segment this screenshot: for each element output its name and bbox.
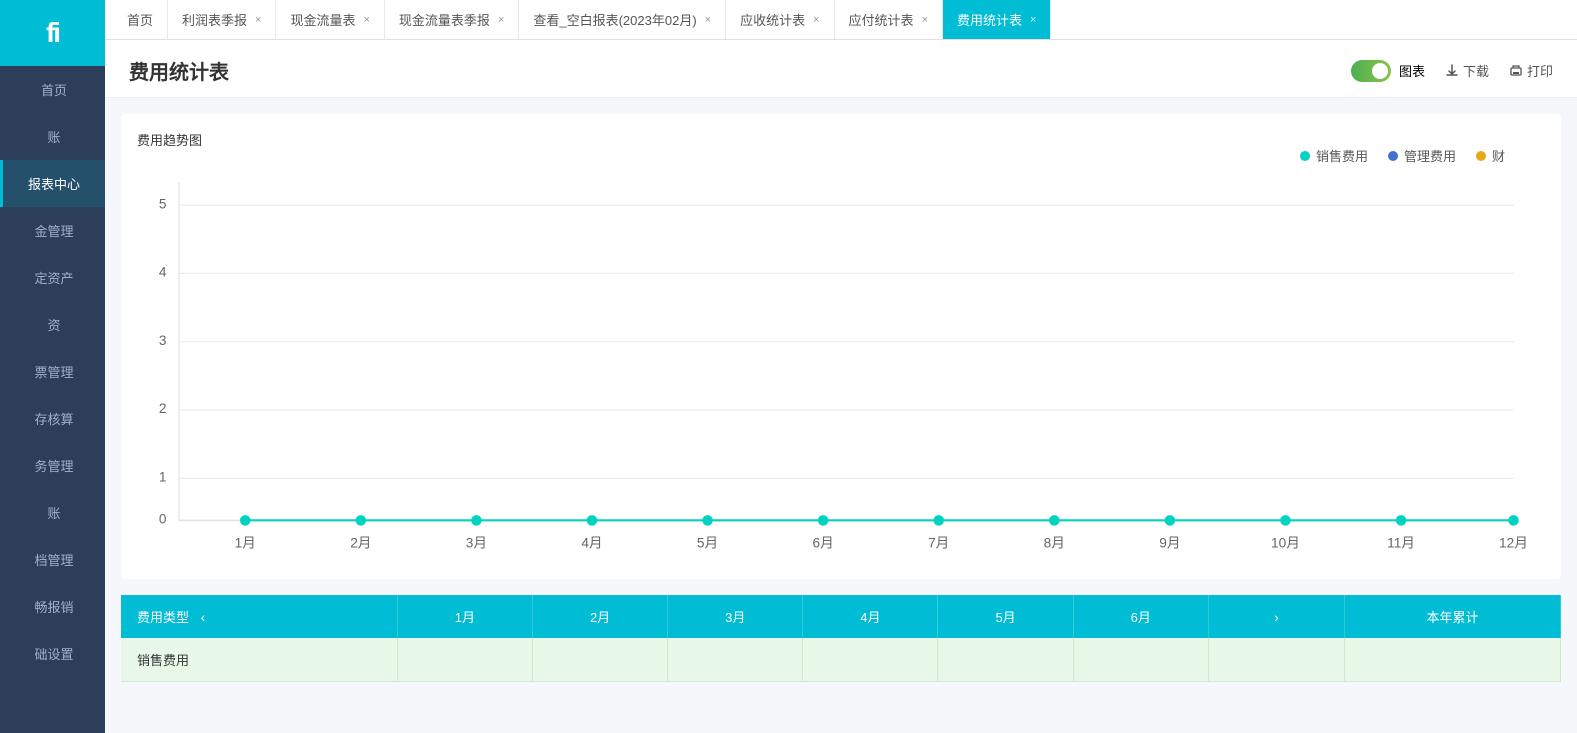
chart-wrapper: 5 4 3 2 1 0 bbox=[137, 161, 1545, 563]
svg-text:1月: 1月 bbox=[235, 536, 256, 551]
tab-close-payable[interactable]: × bbox=[922, 14, 928, 26]
col-header-jun: 6月 bbox=[1073, 595, 1208, 638]
row-mar bbox=[668, 638, 803, 682]
row-type: 销售费用 bbox=[121, 638, 397, 682]
chart-section: 费用趋势图 销售费用 管理费用 财 bbox=[121, 114, 1561, 579]
col-header-feb: 2月 bbox=[532, 595, 667, 638]
row-jan bbox=[397, 638, 532, 682]
row-ytd bbox=[1345, 638, 1561, 682]
svg-text:8月: 8月 bbox=[1044, 536, 1065, 551]
nav-prev-arrow[interactable]: ‹ bbox=[193, 609, 214, 625]
svg-text:10月: 10月 bbox=[1271, 536, 1300, 551]
main-area: 首页 利润表季报 × 现金流量表 × 现金流量表季报 × 查看_空白报表(202… bbox=[105, 0, 1577, 733]
data-table: 费用类型 ‹ 1月 2月 3月 4月 5月 6月 › 本年累计 bbox=[121, 595, 1561, 682]
tab-close-profit-quarterly[interactable]: × bbox=[255, 14, 261, 26]
sidebar-item-ledger[interactable]: 账 bbox=[0, 113, 105, 160]
row-may bbox=[938, 638, 1073, 682]
sidebar-item-home[interactable]: 首页 bbox=[0, 66, 105, 113]
content-area: 费用统计表 图表 下载 bbox=[105, 40, 1577, 733]
chart-toggle-label: 图表 bbox=[1399, 61, 1425, 80]
table-section: 费用类型 ‹ 1月 2月 3月 4月 5月 6月 › 本年累计 bbox=[121, 595, 1561, 682]
legend-dot-finance bbox=[1476, 151, 1486, 161]
svg-text:9月: 9月 bbox=[1159, 536, 1180, 551]
svg-text:5月: 5月 bbox=[697, 536, 718, 551]
sidebar-item-inventory[interactable]: 存核算 bbox=[0, 395, 105, 442]
tab-profit-quarterly[interactable]: 利润表季报 × bbox=[168, 0, 276, 40]
sidebar-item-service[interactable]: 务管理 bbox=[0, 442, 105, 489]
tab-cashflow-quarterly[interactable]: 现金流量表季报 × bbox=[385, 0, 519, 40]
svg-text:4: 4 bbox=[159, 265, 167, 280]
svg-text:2: 2 bbox=[159, 401, 167, 416]
chart-toggle[interactable] bbox=[1351, 60, 1391, 82]
col-header-may: 5月 bbox=[938, 595, 1073, 638]
sidebar: fi 首页 账 报表中心 金管理 定资产 资 票管理 存核算 务管理 账 档管理… bbox=[0, 0, 105, 733]
svg-text:3月: 3月 bbox=[466, 536, 487, 551]
chart-svg: 5 4 3 2 1 0 bbox=[137, 161, 1545, 560]
svg-text:5: 5 bbox=[159, 196, 167, 211]
download-button[interactable]: 下载 bbox=[1445, 61, 1489, 80]
sidebar-item-finance[interactable]: 金管理 bbox=[0, 207, 105, 254]
tab-receivable[interactable]: 应收统计表 × bbox=[726, 0, 834, 40]
svg-text:0: 0 bbox=[159, 512, 167, 527]
tab-close-expense-stats[interactable]: × bbox=[1030, 14, 1036, 26]
col-header-mar: 3月 bbox=[668, 595, 803, 638]
page-title: 费用统计表 bbox=[129, 56, 229, 85]
nav-next-col[interactable]: › bbox=[1208, 595, 1344, 638]
sidebar-item-resource[interactable]: 资 bbox=[0, 301, 105, 348]
sidebar-item-expense[interactable]: 畅报销 bbox=[0, 583, 105, 630]
tab-payable[interactable]: 应付统计表 × bbox=[835, 0, 943, 40]
header-actions: 图表 下载 打印 bbox=[1351, 60, 1553, 82]
legend-dot-admin bbox=[1388, 151, 1398, 161]
chart-toggle-group: 图表 bbox=[1351, 60, 1425, 82]
print-icon bbox=[1509, 64, 1523, 78]
logo: fi bbox=[0, 0, 105, 66]
row-next bbox=[1208, 638, 1344, 682]
tab-close-cashflow[interactable]: × bbox=[363, 14, 369, 26]
row-feb bbox=[532, 638, 667, 682]
svg-text:2月: 2月 bbox=[350, 536, 371, 551]
tab-expense-stats[interactable]: 费用统计表 × bbox=[943, 0, 1051, 40]
col-header-type: 费用类型 ‹ bbox=[121, 595, 397, 638]
nav-next-arrow[interactable]: › bbox=[1266, 609, 1287, 625]
legend-dot-sales bbox=[1300, 151, 1310, 161]
sidebar-item-assets[interactable]: 定资产 bbox=[0, 254, 105, 301]
sidebar-item-archive[interactable]: 档管理 bbox=[0, 536, 105, 583]
tab-bar: 首页 利润表季报 × 现金流量表 × 现金流量表季报 × 查看_空白报表(202… bbox=[105, 0, 1577, 40]
row-jun bbox=[1073, 638, 1208, 682]
sidebar-item-settings[interactable]: 础设置 bbox=[0, 630, 105, 677]
tab-cashflow[interactable]: 现金流量表 × bbox=[276, 0, 384, 40]
col-header-ytd: 本年累计 bbox=[1345, 595, 1561, 638]
svg-text:12月: 12月 bbox=[1499, 536, 1528, 551]
sidebar-item-invoice[interactable]: 票管理 bbox=[0, 348, 105, 395]
svg-text:7月: 7月 bbox=[928, 536, 949, 551]
svg-text:11月: 11月 bbox=[1387, 536, 1415, 551]
col-header-jan: 1月 bbox=[397, 595, 532, 638]
page-header: 费用统计表 图表 下载 bbox=[105, 40, 1577, 98]
tab-home[interactable]: 首页 bbox=[113, 0, 168, 40]
download-icon bbox=[1445, 64, 1459, 78]
print-button[interactable]: 打印 bbox=[1509, 61, 1553, 80]
svg-text:4月: 4月 bbox=[581, 536, 602, 551]
tab-close-blank-report[interactable]: × bbox=[705, 14, 711, 26]
svg-text:3: 3 bbox=[159, 333, 167, 348]
table-row: 销售费用 bbox=[121, 638, 1561, 682]
col-header-apr: 4月 bbox=[803, 595, 938, 638]
svg-text:1: 1 bbox=[159, 469, 167, 484]
svg-text:6月: 6月 bbox=[813, 536, 834, 551]
row-apr bbox=[803, 638, 938, 682]
tab-close-receivable[interactable]: × bbox=[813, 14, 819, 26]
sidebar-item-account2[interactable]: 账 bbox=[0, 489, 105, 536]
tab-close-cashflow-quarterly[interactable]: × bbox=[498, 14, 504, 26]
sidebar-item-reports[interactable]: 报表中心 bbox=[0, 160, 105, 207]
tab-blank-report[interactable]: 查看_空白报表(2023年02月) × bbox=[519, 0, 726, 40]
